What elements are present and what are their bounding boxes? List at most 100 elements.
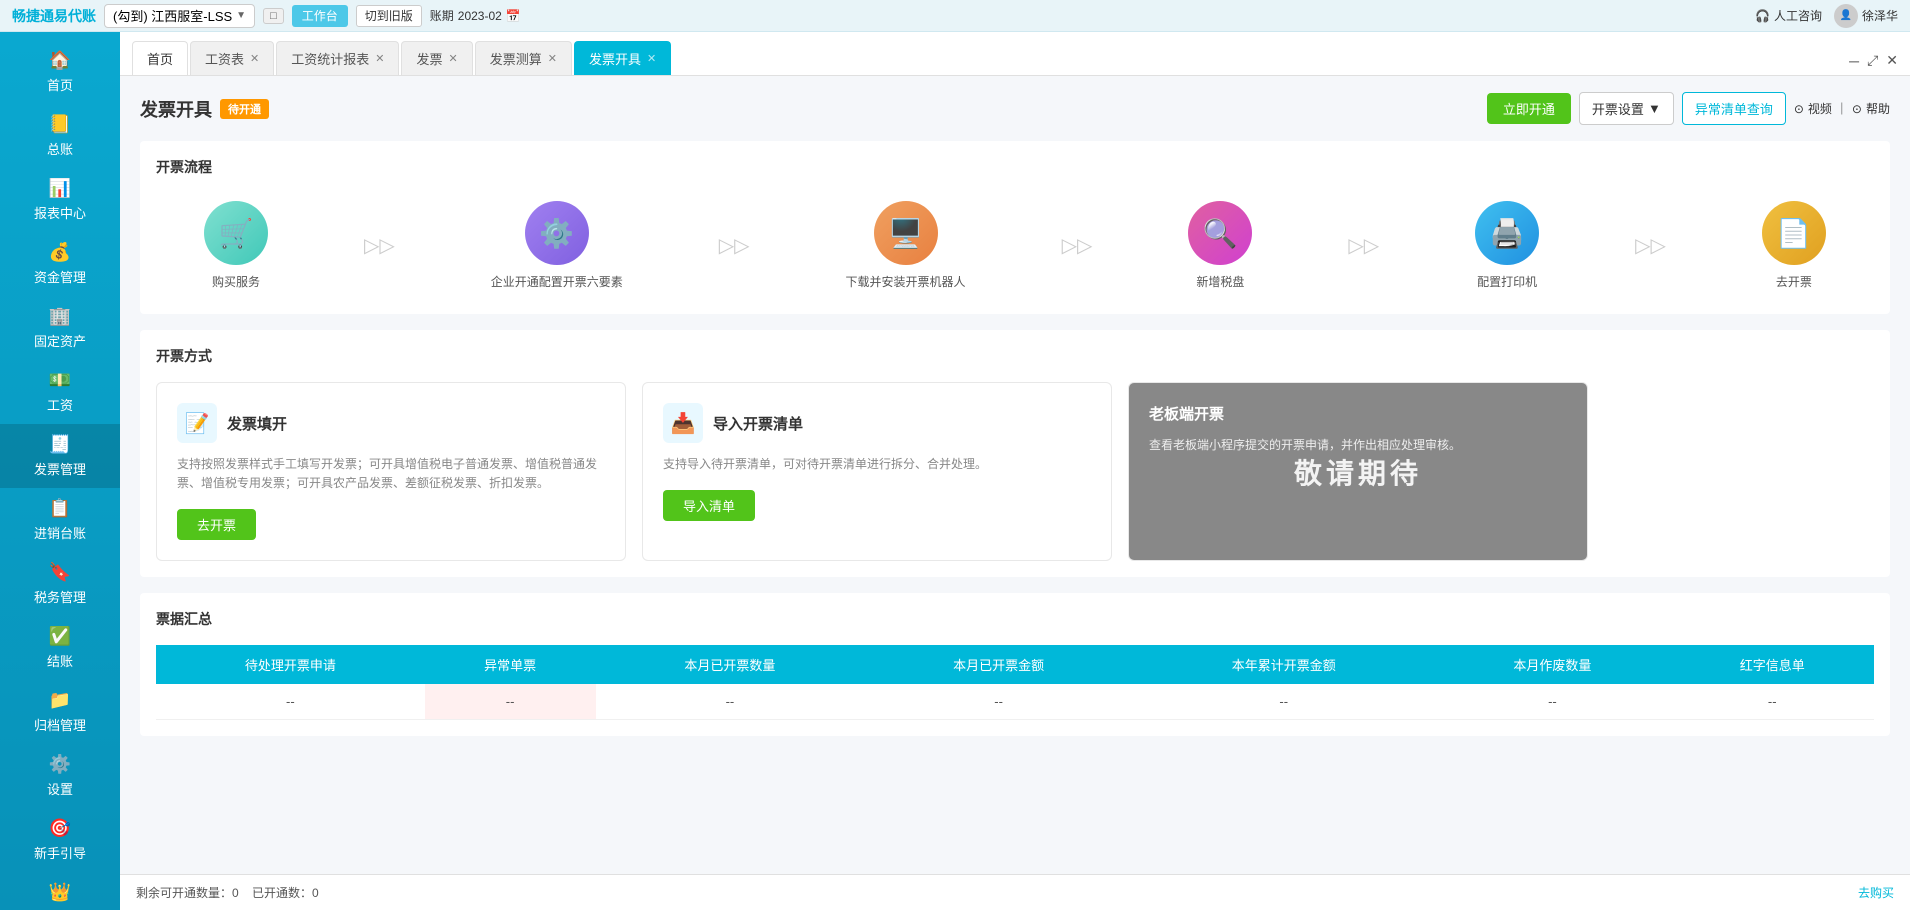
sidebar-label-reports: 报表中心 [34,203,86,222]
company-selector[interactable]: (勾到) 江西服室-LSS ▼ [104,4,255,28]
view-help-area: ⊙ 视频 ｜ ⊙ 帮助 [1794,100,1890,117]
step-icon-printer[interactable]: 🖨️ [1475,201,1539,265]
tab-salary[interactable]: 工资表 ✕ [190,41,274,75]
main-layout: 🏠 首页 📒 总账 📊 报表中心 💰 资金管理 🏢 固定资产 💵 工资 🧾 发票… [0,32,1910,910]
sidebar-item-invoice[interactable]: 🧾 发票管理 [0,424,120,488]
sidebar-item-funds[interactable]: 💰 资金管理 [0,232,120,296]
tab-salary-report[interactable]: 工资统计报表 ✕ [276,41,399,75]
status-badge: 待开通 [220,99,269,119]
flow-step-4: 🔍 新增税盘 [1188,201,1252,290]
help-label[interactable]: 帮助 [1866,100,1890,117]
sidebar-item-reports[interactable]: 📊 报表中心 [0,168,120,232]
copy-button[interactable]: □ [263,8,284,24]
step-icon-download[interactable]: 🖥️ [874,201,938,265]
app-logo: 畅捷通易代账 [12,6,96,26]
tab-invoice-calc[interactable]: 发票测算 ✕ [475,41,572,75]
cell-pending: -- [156,684,425,720]
method-desc-import: 支持导入待开票清单，可对待开票清单进行拆分、合并处理。 [663,455,1091,474]
sidebar-item-guide[interactable]: 🎯 新手引导 [0,808,120,872]
page-title-group: 发票开具 待开通 [140,96,269,122]
company-name: (勾到) 江西服室-LSS [113,6,232,25]
col-monthly-amount: 本月已开票金额 [864,645,1133,684]
import-list-button[interactable]: 导入清单 [663,490,755,521]
method-title-manual: 发票填开 [227,413,287,434]
flow-step-1: 🛒 购买服务 [204,201,268,290]
top-bar-left: 畅捷通易代账 (勾到) 江西服室-LSS ▼ □ 工作台 切到旧版 账期 202… [12,4,521,28]
maximize-button[interactable]: ⤢ [1867,52,1878,69]
tab-invoice-issue[interactable]: 发票开具 ✕ [574,41,671,75]
col-pending: 待处理开票申请 [156,645,425,684]
chevron-down-settings-icon: ▼ [1648,101,1661,116]
tab-home-label: 首页 [147,49,173,68]
close-button[interactable]: ✕ [1886,52,1898,69]
top-bar-right: 🎧 人工咨询 👤 徐泽华 [1755,4,1898,28]
flow-step-5: 🖨️ 配置打印机 [1475,201,1539,290]
step-icon-issue[interactable]: 📄 [1762,201,1826,265]
immediate-open-button[interactable]: 立即开通 [1487,93,1571,124]
bottom-bar: 剩余可开通数量：0 已开通数：0 去购买 [120,874,1910,910]
purchase-icon: 📋 [49,498,71,519]
col-void-count: 本月作废数量 [1434,645,1670,684]
sidebar-item-member[interactable]: 👑 畅会员 [0,872,120,910]
coming-soon-overlay: 敬请期待 [1129,383,1587,560]
tab-salary-close-icon[interactable]: ✕ [250,52,259,65]
period-value: 2023-02 [458,9,502,23]
sidebar: 🏠 首页 📒 总账 📊 报表中心 💰 资金管理 🏢 固定资产 💵 工资 🧾 发票… [0,32,120,910]
open-settings-label: 开票设置 [1592,99,1644,118]
tab-invoice-label: 发票 [416,49,442,68]
workbench-button[interactable]: 工作台 [292,5,348,27]
sidebar-label-tax: 税务管理 [34,587,86,606]
open-settings-button[interactable]: 开票设置 ▼ [1579,92,1674,125]
headset-icon: 🎧 [1755,9,1770,23]
tab-invoice-calc-close-icon[interactable]: ✕ [548,52,557,65]
abnormal-query-button[interactable]: 异常清单查询 [1682,92,1786,125]
view-label[interactable]: 视频 [1808,100,1832,117]
sidebar-item-tax[interactable]: 🔖 税务管理 [0,552,120,616]
sidebar-item-purchase[interactable]: 📋 进销台账 [0,488,120,552]
step-icon-buy[interactable]: 🛒 [204,201,268,265]
sidebar-item-settings[interactable]: ⚙️ 设置 [0,744,120,808]
step-label-buy: 购买服务 [212,273,260,290]
cell-void-count: -- [1434,684,1670,720]
tab-invoice[interactable]: 发票 ✕ [401,41,472,75]
service-area[interactable]: 🎧 人工咨询 [1755,7,1822,24]
go-issue-button[interactable]: 去开票 [177,509,256,540]
title-actions: 立即开通 开票设置 ▼ 异常清单查询 ⊙ 视频 ｜ ⊙ 帮助 [1487,92,1890,125]
sidebar-item-assets[interactable]: 🏢 固定资产 [0,296,120,360]
sidebar-item-archive[interactable]: 📁 归档管理 [0,680,120,744]
method-cards: 📝 发票填开 支持按照发票样式手工填写开发票；可开具增值税电子普通发票、增值税普… [156,382,1874,561]
sidebar-item-close-accounts[interactable]: ✅ 结账 [0,616,120,680]
sidebar-item-home[interactable]: 🏠 首页 [0,40,120,104]
tab-invoice-close-icon[interactable]: ✕ [449,52,458,65]
content-area: 首页 工资表 ✕ 工资统计报表 ✕ 发票 ✕ 发票测算 ✕ 发票开具 ✕ [120,32,1910,910]
funds-icon: 💰 [49,242,71,263]
user-area[interactable]: 👤 徐泽华 [1834,4,1898,28]
circle-icon: ⊙ [1794,102,1804,116]
username: 徐泽华 [1862,7,1898,24]
tab-home[interactable]: 首页 [132,41,188,75]
method-title-import: 导入开票清单 [713,413,803,434]
flow-step-2: ⚙️ 企业开通配置开票六要素 [491,201,623,290]
calendar-icon[interactable]: 📅 [506,9,521,23]
sidebar-item-ledger[interactable]: 📒 总账 [0,104,120,168]
buy-link[interactable]: 去购买 [1858,884,1894,901]
switch-old-button[interactable]: 切到旧版 [356,5,422,27]
sidebar-item-salary[interactable]: 💵 工资 [0,360,120,424]
tab-invoice-issue-close-icon[interactable]: ✕ [647,52,656,65]
page-content: 发票开具 待开通 立即开通 开票设置 ▼ 异常清单查询 ⊙ 视频 ｜ ⊙ [120,76,1910,874]
bottom-stats: 剩余可开通数量：0 已开通数：0 [136,884,319,901]
sidebar-label-assets: 固定资产 [34,331,86,350]
sidebar-label-archive: 归档管理 [34,715,86,734]
home-icon: 🏠 [49,50,71,71]
flow-steps: 🛒 购买服务 ▷▷ ⚙️ 企业开通配置开票六要素 ▷▷ 🖥️ 下载并安装开票机器… [156,193,1874,298]
tab-salary-report-close-icon[interactable]: ✕ [375,52,384,65]
step-icon-config[interactable]: ⚙️ [525,201,589,265]
col-abnormal: 异常单票 [425,645,596,684]
salary-icon: 💵 [49,370,71,391]
window-controls: ─ ⤢ ✕ [1849,52,1898,75]
tab-bar: 首页 工资表 ✕ 工资统计报表 ✕ 发票 ✕ 发票测算 ✕ 发票开具 ✕ [120,32,1910,76]
tax-icon: 🔖 [49,562,71,583]
step-icon-tax-disk[interactable]: 🔍 [1188,201,1252,265]
close-accounts-icon: ✅ [49,626,71,647]
minimize-button[interactable]: ─ [1849,53,1859,69]
